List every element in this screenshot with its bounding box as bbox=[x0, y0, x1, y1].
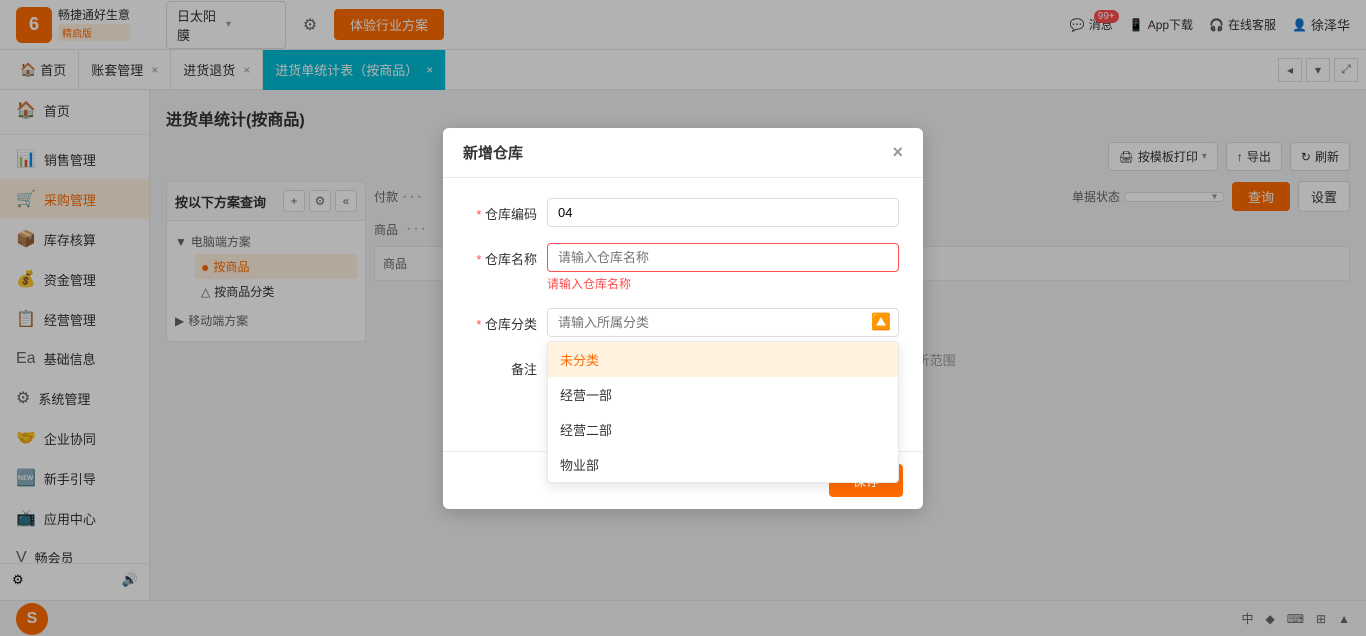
modal-overlay: 新增仓库 × 仓库编码 仓库名称 请输入仓库名称 仓库分类 bbox=[0, 0, 1366, 636]
category-input-wrapper: 🔼 bbox=[547, 308, 899, 337]
warehouse-name-error: 请输入仓库名称 bbox=[547, 275, 899, 292]
dropdown-item-dept1[interactable]: 经营一部 bbox=[548, 377, 898, 412]
remark-label: 备注 bbox=[467, 353, 537, 378]
modal-header: 新增仓库 × bbox=[443, 128, 923, 178]
warehouse-name-input[interactable] bbox=[547, 243, 899, 272]
warehouse-category-label: 仓库分类 bbox=[467, 308, 537, 333]
warehouse-category-control: 🔼 未分类 经营一部 经营二部 物业部 bbox=[547, 308, 899, 337]
warehouse-code-row: 仓库编码 bbox=[467, 198, 899, 227]
warehouse-name-control: 请输入仓库名称 bbox=[547, 243, 899, 292]
modal-body: 仓库编码 仓库名称 请输入仓库名称 仓库分类 🔼 bbox=[443, 178, 923, 451]
warehouse-category-input[interactable] bbox=[547, 308, 899, 337]
warehouse-code-input[interactable] bbox=[547, 198, 899, 227]
dropdown-item-uncategorized[interactable]: 未分类 bbox=[548, 342, 898, 377]
warehouse-code-label: 仓库编码 bbox=[467, 198, 537, 223]
warehouse-name-row: 仓库名称 请输入仓库名称 bbox=[467, 243, 899, 292]
warehouse-code-control bbox=[547, 198, 899, 227]
category-dropdown: 未分类 经营一部 经营二部 物业部 bbox=[547, 341, 899, 483]
modal-new-warehouse: 新增仓库 × 仓库编码 仓库名称 请输入仓库名称 仓库分类 bbox=[443, 128, 923, 509]
dropdown-item-property[interactable]: 物业部 bbox=[548, 447, 898, 482]
modal-title: 新增仓库 bbox=[463, 142, 523, 163]
warehouse-name-label: 仓库名称 bbox=[467, 243, 537, 268]
modal-close-btn[interactable]: × bbox=[892, 143, 903, 161]
warehouse-category-row: 仓库分类 🔼 未分类 经营一部 经营二部 物业部 bbox=[467, 308, 899, 337]
dropdown-item-dept2[interactable]: 经营二部 bbox=[548, 412, 898, 447]
category-toggle-icon[interactable]: 🔼 bbox=[871, 312, 891, 332]
